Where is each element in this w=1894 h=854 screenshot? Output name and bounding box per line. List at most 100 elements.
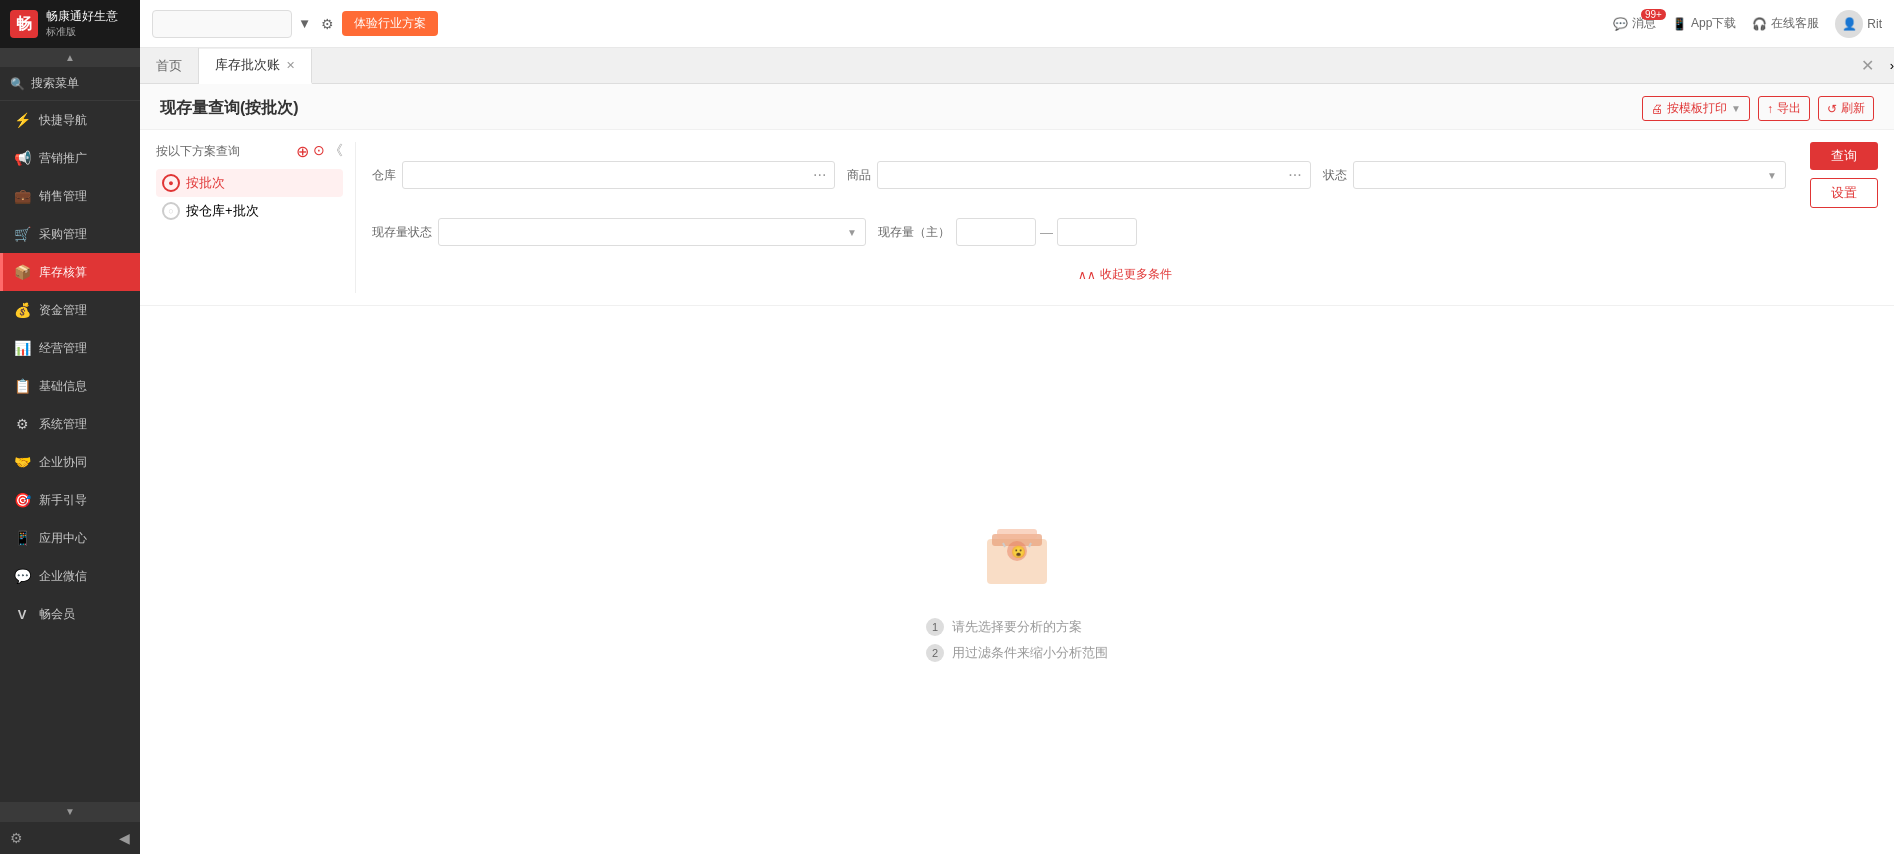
sidebar-item-label: 资金管理 bbox=[39, 302, 87, 319]
main-content: ▼ ⚙ 体验行业方案 💬 消息 99+ 📱 App下载 🎧 在线客服 👤 Rit bbox=[140, 0, 1894, 854]
sidebar-item-label: 畅会员 bbox=[39, 606, 75, 623]
app-title: 畅康通好生意 bbox=[46, 9, 118, 25]
inventory-status-label: 现存量状态 bbox=[372, 224, 432, 241]
system-icon: ⚙ bbox=[13, 415, 31, 433]
topbar-dropdown-button[interactable]: ▼ bbox=[296, 14, 313, 33]
range-dash: — bbox=[1040, 225, 1053, 240]
message-icon: 💬 bbox=[1613, 17, 1628, 31]
tab-inventory-batch[interactable]: 库存批次账 ✕ bbox=[199, 49, 312, 84]
export-button[interactable]: ↑ 导出 bbox=[1758, 96, 1810, 121]
sidebar-item-operation[interactable]: 📊 经营管理 bbox=[0, 329, 140, 367]
sidebar-item-label: 基础信息 bbox=[39, 378, 87, 395]
sidebar-scroll-down[interactable]: ▼ bbox=[0, 802, 140, 821]
filter-row-2: 现存量状态 ▼ 现存量（主） — bbox=[372, 218, 1878, 246]
plan-by-batch-label: 按批次 bbox=[186, 174, 225, 192]
topbar-search-input[interactable] bbox=[152, 10, 292, 38]
sidebar-item-system[interactable]: ⚙ 系统管理 bbox=[0, 405, 140, 443]
template-print-dropdown-icon[interactable]: ▼ bbox=[1731, 103, 1741, 114]
phone-icon: 📱 bbox=[1672, 17, 1687, 31]
user-name: Rit bbox=[1867, 17, 1882, 31]
topbar-gear-button[interactable]: ⚙ bbox=[317, 12, 338, 36]
query-button[interactable]: 查询 bbox=[1810, 142, 1878, 170]
template-print-button[interactable]: 🖨 按模板打印 ▼ bbox=[1642, 96, 1750, 121]
filter-area: 按以下方案查询 ⊕ ⊙ 《 ● 按批次 ○ 按仓库+批次 bbox=[140, 130, 1894, 306]
goods-label: 商品 bbox=[847, 167, 871, 184]
sidebar-item-newbie[interactable]: 🎯 新手引导 bbox=[0, 481, 140, 519]
svg-text:😮: 😮 bbox=[1011, 544, 1026, 559]
sidebar-item-label: 快捷导航 bbox=[39, 112, 87, 129]
sidebar-nav: ⚡ 快捷导航 📢 营销推广 💼 销售管理 🛒 采购管理 📦 库存核算 💰 资金管… bbox=[0, 101, 140, 802]
sidebar-footer: ⚙ ◀ bbox=[0, 821, 140, 854]
sidebar-item-basics[interactable]: 📋 基础信息 bbox=[0, 367, 140, 405]
sidebar-item-purchase[interactable]: 🛒 采购管理 bbox=[0, 215, 140, 253]
collapse-conditions-button[interactable]: ∧∧ 收起更多条件 bbox=[1070, 262, 1180, 287]
inventory-amount-label: 现存量（主） bbox=[878, 224, 950, 241]
sidebar-item-label: 系统管理 bbox=[39, 416, 87, 433]
purchase-icon: 🛒 bbox=[13, 225, 31, 243]
sidebar-item-sales[interactable]: 💼 销售管理 bbox=[0, 177, 140, 215]
sidebar-search[interactable]: 🔍 搜索菜单 bbox=[0, 67, 140, 101]
topbar-user[interactable]: 👤 Rit bbox=[1835, 10, 1882, 38]
refresh-label: 刷新 bbox=[1841, 100, 1865, 117]
tab-panel-expand[interactable]: › bbox=[1890, 58, 1894, 73]
sidebar-item-inventory[interactable]: 📦 库存核算 bbox=[0, 253, 140, 291]
sidebar-item-app-center[interactable]: 📱 应用中心 bbox=[0, 519, 140, 557]
inventory-status-dropdown-icon: ▼ bbox=[847, 227, 857, 238]
sidebar-settings-icon[interactable]: ⚙ bbox=[10, 830, 23, 846]
warehouse-more-icon[interactable]: ··· bbox=[813, 166, 826, 184]
quick-nav-icon: ⚡ bbox=[13, 111, 31, 129]
tab-home[interactable]: 首页 bbox=[140, 48, 199, 83]
topbar-messages[interactable]: 💬 消息 99+ bbox=[1613, 15, 1656, 32]
plan-by-warehouse-batch-label: 按仓库+批次 bbox=[186, 202, 259, 220]
inventory-icon: 📦 bbox=[13, 263, 31, 281]
collapse-plans-icon[interactable]: 《 bbox=[329, 142, 343, 161]
sidebar-item-marketing[interactable]: 📢 营销推广 bbox=[0, 139, 140, 177]
status-select[interactable]: ▼ bbox=[1353, 161, 1786, 189]
plan-by-batch[interactable]: ● 按批次 bbox=[156, 169, 343, 197]
hint-num-2: 2 bbox=[926, 644, 944, 662]
settings-plan-icon[interactable]: ⊙ bbox=[313, 142, 325, 161]
sidebar-scroll-up[interactable]: ▲ bbox=[0, 48, 140, 67]
sidebar-search-label: 搜索菜单 bbox=[31, 75, 79, 92]
sidebar-item-finance[interactable]: 💰 资金管理 bbox=[0, 291, 140, 329]
refresh-button[interactable]: ↺ 刷新 bbox=[1818, 96, 1874, 121]
inventory-amount-max-input[interactable] bbox=[1057, 218, 1137, 246]
hint-text-1: 请先选择要分析的方案 bbox=[952, 618, 1082, 636]
filter-fields-panel: 仓库 ··· 商品 ··· 状态 bbox=[356, 142, 1878, 293]
page-area: 现存量查询(按批次) 🖨 按模板打印 ▼ ↑ 导出 ↺ 刷新 bbox=[140, 84, 1894, 854]
sidebar-item-quick-nav[interactable]: ⚡ 快捷导航 bbox=[0, 101, 140, 139]
vip-icon: V bbox=[13, 605, 31, 623]
sidebar-item-enterprise[interactable]: 🤝 企业协同 bbox=[0, 443, 140, 481]
plan-by-warehouse-batch[interactable]: ○ 按仓库+批次 bbox=[156, 197, 343, 225]
setting-button[interactable]: 设置 bbox=[1810, 178, 1878, 208]
inventory-amount-min-input[interactable] bbox=[956, 218, 1036, 246]
sidebar-item-enterprise-wechat[interactable]: 💬 企业微信 bbox=[0, 557, 140, 595]
sidebar-item-vip[interactable]: V 畅会员 bbox=[0, 595, 140, 633]
collapse-label: 收起更多条件 bbox=[1100, 266, 1172, 283]
add-plan-icon[interactable]: ⊕ bbox=[296, 142, 309, 161]
app-download-label: App下载 bbox=[1691, 15, 1736, 32]
sidebar-item-label: 企业协同 bbox=[39, 454, 87, 471]
warehouse-input[interactable]: ··· bbox=[402, 161, 835, 189]
filter-inventory-amount: 现存量（主） — bbox=[878, 218, 1372, 246]
trial-button[interactable]: 体验行业方案 bbox=[342, 11, 438, 36]
inventory-status-select[interactable]: ▼ bbox=[438, 218, 866, 246]
newbie-icon: 🎯 bbox=[13, 491, 31, 509]
printer-icon: 🖨 bbox=[1651, 102, 1663, 116]
sidebar-header: 畅 畅康通好生意 标准版 bbox=[0, 0, 140, 48]
app-subtitle: 标准版 bbox=[46, 25, 118, 39]
sidebar-item-label: 采购管理 bbox=[39, 226, 87, 243]
sidebar-item-label: 新手引导 bbox=[39, 492, 87, 509]
goods-input[interactable]: ··· bbox=[877, 161, 1310, 189]
sidebar-collapse-icon[interactable]: ◀ bbox=[119, 830, 130, 846]
tab-close-icon[interactable]: ✕ bbox=[286, 59, 295, 72]
goods-more-icon[interactable]: ··· bbox=[1288, 166, 1301, 184]
tab-home-label: 首页 bbox=[156, 57, 182, 75]
online-service-label: 在线客服 bbox=[1771, 15, 1819, 32]
export-icon: ↑ bbox=[1767, 102, 1773, 116]
topbar-online-service[interactable]: 🎧 在线客服 bbox=[1752, 15, 1819, 32]
sidebar-item-label: 销售管理 bbox=[39, 188, 87, 205]
topbar-app-download[interactable]: 📱 App下载 bbox=[1672, 15, 1736, 32]
tab-panel-close-button[interactable]: ✕ bbox=[1849, 56, 1886, 75]
chevron-up-icon: ∧∧ bbox=[1078, 268, 1096, 282]
